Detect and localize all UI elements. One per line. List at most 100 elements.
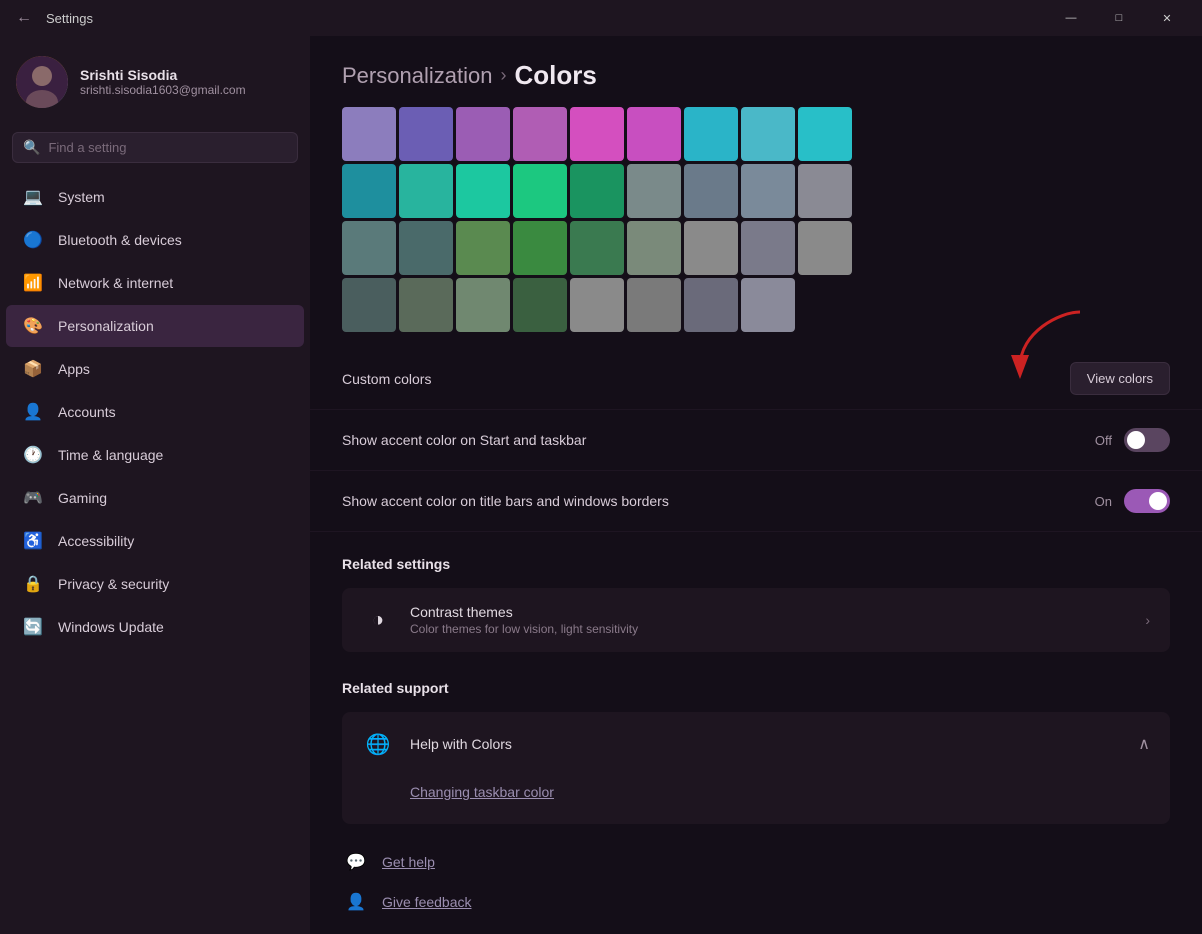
get-help-label[interactable]: Get help bbox=[382, 854, 435, 870]
get-help-icon: 💬 bbox=[342, 848, 370, 876]
search-box[interactable]: 🔍 bbox=[12, 132, 298, 163]
profile[interactable]: Srishti Sisodia srishti.sisodia1603@gmai… bbox=[0, 36, 310, 124]
color-swatch[interactable] bbox=[456, 278, 510, 332]
breadcrumb-separator: › bbox=[500, 65, 506, 86]
sidebar-item-system[interactable]: 💻 System bbox=[6, 176, 304, 218]
color-swatch[interactable] bbox=[684, 278, 738, 332]
color-swatch[interactable] bbox=[570, 278, 624, 332]
profile-info: Srishti Sisodia srishti.sisodia1603@gmai… bbox=[80, 67, 246, 97]
network-icon: 📶 bbox=[22, 272, 44, 294]
sidebar-item-network[interactable]: 📶 Network & internet bbox=[6, 262, 304, 304]
color-swatch[interactable] bbox=[684, 164, 738, 218]
custom-colors-row: Custom colors View colors bbox=[310, 348, 1202, 410]
privacy-label: Privacy & security bbox=[58, 576, 169, 592]
color-swatch[interactable] bbox=[342, 278, 396, 332]
sidebar-item-apps[interactable]: 📦 Apps bbox=[6, 348, 304, 390]
color-swatch[interactable] bbox=[456, 221, 510, 275]
sidebar-item-gaming[interactable]: 🎮 Gaming bbox=[6, 477, 304, 519]
color-swatch[interactable] bbox=[570, 107, 624, 161]
help-card-chevron: ∧ bbox=[1138, 734, 1150, 754]
accounts-icon: 👤 bbox=[22, 401, 44, 423]
color-swatch[interactable] bbox=[342, 221, 396, 275]
color-swatch[interactable] bbox=[798, 221, 852, 275]
sidebar-item-update[interactable]: 🔄 Windows Update bbox=[6, 606, 304, 648]
color-swatch[interactable] bbox=[741, 164, 795, 218]
accent-title-status: On bbox=[1095, 494, 1112, 509]
gaming-icon: 🎮 bbox=[22, 487, 44, 509]
color-swatch[interactable] bbox=[798, 107, 852, 161]
sidebar-item-bluetooth[interactable]: 🔵 Bluetooth & devices bbox=[6, 219, 304, 261]
color-swatch[interactable] bbox=[627, 107, 681, 161]
color-swatch[interactable] bbox=[741, 107, 795, 161]
search-input[interactable] bbox=[48, 140, 287, 155]
color-swatch[interactable] bbox=[570, 164, 624, 218]
color-swatch[interactable] bbox=[456, 164, 510, 218]
color-swatch[interactable] bbox=[684, 107, 738, 161]
accent-taskbar-toggle[interactable] bbox=[1124, 428, 1170, 452]
bluetooth-label: Bluetooth & devices bbox=[58, 232, 182, 248]
color-swatch[interactable] bbox=[741, 221, 795, 275]
avatar bbox=[16, 56, 68, 108]
sidebar-item-accounts[interactable]: 👤 Accounts bbox=[6, 391, 304, 433]
view-colors-button[interactable]: View colors bbox=[1070, 362, 1170, 395]
accessibility-label: Accessibility bbox=[58, 533, 134, 549]
sidebar-item-time[interactable]: 🕐 Time & language bbox=[6, 434, 304, 476]
accent-title-toggle[interactable] bbox=[1124, 489, 1170, 513]
accent-title-label: Show accent color on title bars and wind… bbox=[342, 493, 669, 509]
color-swatch[interactable] bbox=[342, 164, 396, 218]
color-swatch[interactable] bbox=[342, 107, 396, 161]
bottom-action-get-help[interactable]: 💬 Get help bbox=[342, 848, 1170, 876]
color-swatch[interactable] bbox=[684, 221, 738, 275]
breadcrumb: Personalization › Colors bbox=[310, 36, 1202, 107]
back-button[interactable]: ← bbox=[12, 7, 36, 29]
color-swatch[interactable] bbox=[798, 164, 852, 218]
color-row bbox=[342, 107, 1170, 161]
minimize-button[interactable]: — bbox=[1048, 0, 1094, 36]
update-label: Windows Update bbox=[58, 619, 164, 635]
color-swatch[interactable] bbox=[741, 278, 795, 332]
titlebar-title: Settings bbox=[46, 11, 93, 26]
search-container: 🔍 bbox=[0, 124, 310, 175]
accounts-label: Accounts bbox=[58, 404, 116, 420]
accent-taskbar-thumb bbox=[1127, 431, 1145, 449]
accent-taskbar-row: Show accent color on Start and taskbar O… bbox=[310, 410, 1202, 471]
color-swatch[interactable] bbox=[513, 164, 567, 218]
maximize-button[interactable]: □ bbox=[1096, 0, 1142, 36]
color-swatch[interactable] bbox=[513, 221, 567, 275]
help-card-header[interactable]: 🌐 Help with Colors ∧ bbox=[342, 712, 1170, 776]
sidebar-item-personalization[interactable]: 🎨 Personalization bbox=[6, 305, 304, 347]
contrast-themes-chevron: › bbox=[1145, 612, 1150, 628]
close-button[interactable]: ✕ bbox=[1144, 0, 1190, 36]
give-feedback-label[interactable]: Give feedback bbox=[382, 894, 472, 910]
sidebar: Srishti Sisodia srishti.sisodia1603@gmai… bbox=[0, 36, 310, 934]
color-swatch[interactable] bbox=[399, 221, 453, 275]
help-card-title: Help with Colors bbox=[410, 736, 512, 752]
privacy-icon: 🔒 bbox=[22, 573, 44, 595]
color-row bbox=[342, 221, 1170, 275]
custom-colors-label: Custom colors bbox=[342, 371, 431, 387]
related-support-header: Related support bbox=[310, 656, 1202, 708]
bottom-action-give-feedback[interactable]: 👤 Give feedback bbox=[342, 888, 1170, 916]
help-link-taskbar[interactable]: Changing taskbar color bbox=[410, 776, 1150, 808]
accent-title-row: Show accent color on title bars and wind… bbox=[310, 471, 1202, 532]
sidebar-item-accessibility[interactable]: ♿ Accessibility bbox=[6, 520, 304, 562]
color-swatch[interactable] bbox=[456, 107, 510, 161]
contrast-themes-card[interactable]: ◑ Contrast themes Color themes for low v… bbox=[342, 588, 1170, 652]
contrast-themes-title: Contrast themes bbox=[410, 604, 638, 620]
accessibility-icon: ♿ bbox=[22, 530, 44, 552]
contrast-themes-left: ◑ Contrast themes Color themes for low v… bbox=[362, 604, 638, 636]
color-swatch[interactable] bbox=[399, 107, 453, 161]
color-swatch[interactable] bbox=[570, 221, 624, 275]
color-swatch[interactable] bbox=[627, 221, 681, 275]
color-swatch[interactable] bbox=[513, 278, 567, 332]
profile-email: srishti.sisodia1603@gmail.com bbox=[80, 83, 246, 97]
color-swatch[interactable] bbox=[627, 278, 681, 332]
color-swatch[interactable] bbox=[399, 164, 453, 218]
titlebar-left: ← Settings bbox=[12, 7, 93, 29]
app-container: Srishti Sisodia srishti.sisodia1603@gmai… bbox=[0, 36, 1202, 934]
color-swatch[interactable] bbox=[399, 278, 453, 332]
color-swatch[interactable] bbox=[513, 107, 567, 161]
color-swatch[interactable] bbox=[627, 164, 681, 218]
sidebar-item-privacy[interactable]: 🔒 Privacy & security bbox=[6, 563, 304, 605]
color-grid bbox=[342, 107, 1170, 332]
